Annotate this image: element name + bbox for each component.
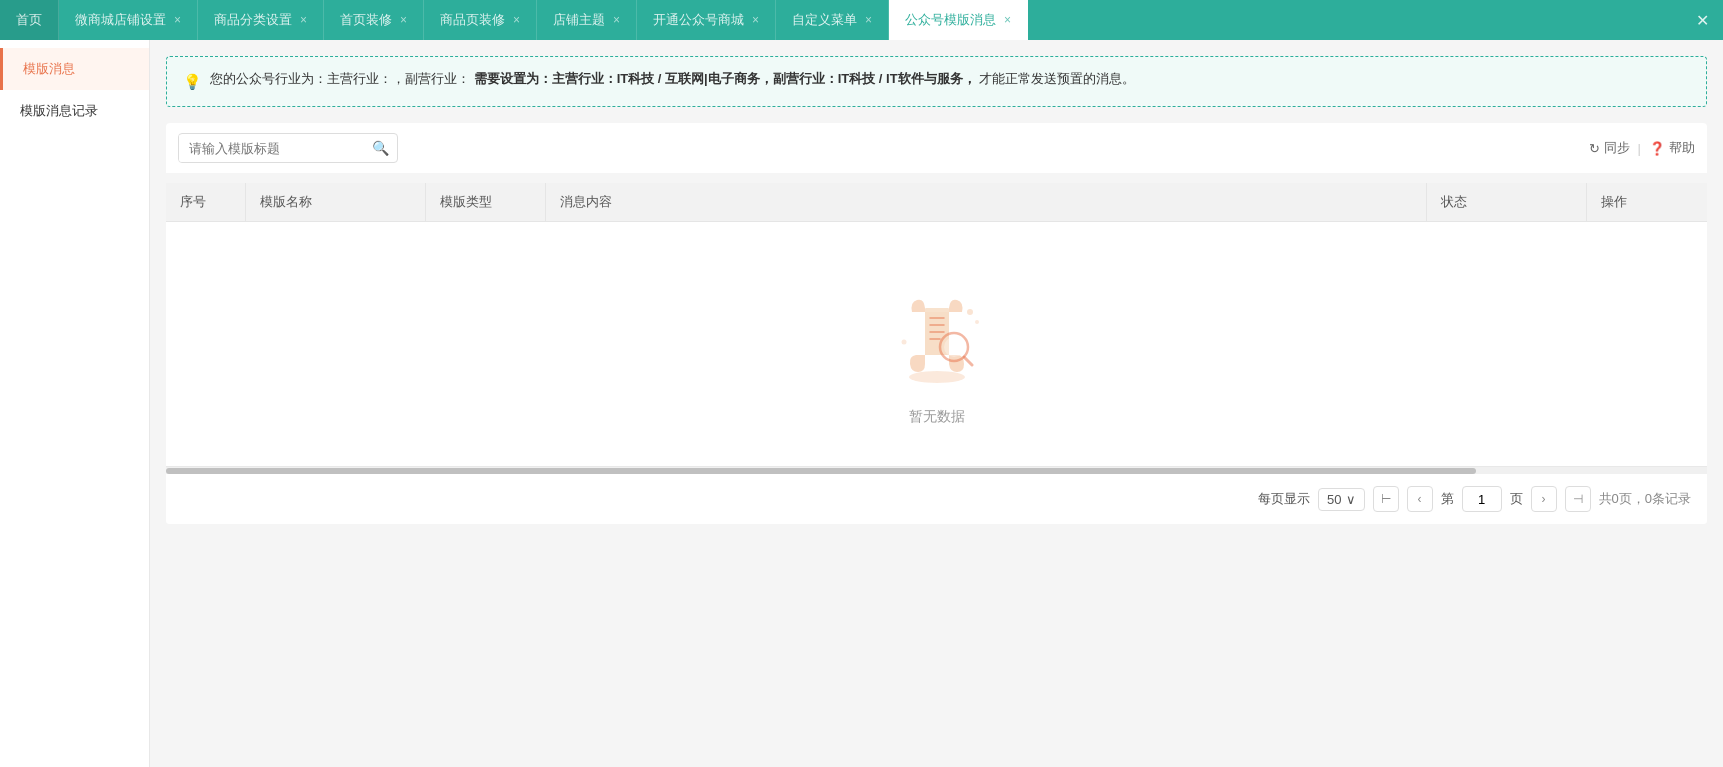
page-size-select[interactable]: 50 ∨ xyxy=(1318,488,1364,511)
next-page-button[interactable]: › xyxy=(1531,486,1557,512)
page-label: 第 xyxy=(1441,490,1454,508)
main-layout: 模版消息模版消息记录 💡 您的公众号行业为：主营行业：，副营行业： 需要设置为：… xyxy=(0,40,1723,767)
tab-item-home[interactable]: 首页 xyxy=(0,0,59,40)
tab-close-wechat-shop[interactable]: × xyxy=(174,13,181,27)
table-header-操作: 操作 xyxy=(1587,183,1707,221)
empty-state: 暂无数据 xyxy=(166,222,1707,466)
table-header-消息内容: 消息内容 xyxy=(546,183,1427,221)
sidebar: 模版消息模版消息记录 xyxy=(0,40,150,767)
empty-illustration xyxy=(882,282,992,392)
search-button[interactable]: 🔍 xyxy=(364,134,397,162)
table-header-状态: 状态 xyxy=(1427,183,1587,221)
help-icon: ❓ xyxy=(1649,141,1665,156)
toolbar-divider: | xyxy=(1638,141,1641,156)
toolbar: 🔍 ↻ 同步 | ❓ 帮助 xyxy=(166,123,1707,173)
notice-banner: 💡 您的公众号行业为：主营行业：，副营行业： 需要设置为：主营行业：IT科技 /… xyxy=(166,56,1707,107)
notice-bulb-icon: 💡 xyxy=(183,70,202,94)
help-label: 帮助 xyxy=(1669,139,1695,157)
page-size-chevron-icon: ∨ xyxy=(1346,492,1356,507)
notice-text: 您的公众号行业为：主营行业：，副营行业： 需要设置为：主营行业：IT科技 / 互… xyxy=(210,69,1135,90)
sync-button[interactable]: ↻ 同步 xyxy=(1589,139,1630,157)
svg-point-11 xyxy=(901,340,906,345)
tab-close-template-msg[interactable]: × xyxy=(1004,13,1011,27)
tab-close-open-mall[interactable]: × xyxy=(752,13,759,27)
tab-item-open-mall[interactable]: 开通公众号商城× xyxy=(637,0,776,40)
table-header-模版类型: 模版类型 xyxy=(426,183,546,221)
table-card: 🔍 ↻ 同步 | ❓ 帮助 序号模版名称 xyxy=(166,123,1707,524)
sidebar-item-template-msg[interactable]: 模版消息 xyxy=(0,48,149,90)
notice-prefix: 您的公众号行业为：主营行业：，副营行业： xyxy=(210,71,470,86)
sidebar-item-template-msg-log[interactable]: 模版消息记录 xyxy=(0,90,149,132)
search-input[interactable] xyxy=(179,135,364,162)
page-unit: 页 xyxy=(1510,490,1523,508)
tab-close-product-decor[interactable]: × xyxy=(513,13,520,27)
tab-close-product-category[interactable]: × xyxy=(300,13,307,27)
tab-bar: 首页微商城店铺设置×商品分类设置×首页装修×商品页装修×店铺主题×开通公众号商城… xyxy=(0,0,1723,40)
page-size-value: 50 xyxy=(1327,492,1341,507)
tab-close-custom-menu[interactable]: × xyxy=(865,13,872,27)
help-button[interactable]: ❓ 帮助 xyxy=(1649,139,1695,157)
tab-item-wechat-shop[interactable]: 微商城店铺设置× xyxy=(59,0,198,40)
page-size-label: 每页显示 xyxy=(1258,490,1310,508)
tab-item-product-decor[interactable]: 商品页装修× xyxy=(424,0,537,40)
tab-item-product-category[interactable]: 商品分类设置× xyxy=(198,0,324,40)
tab-close-home-decor[interactable]: × xyxy=(400,13,407,27)
notice-highlight: 需要设置为：主营行业：IT科技 / 互联网|电子商务，副营行业：IT科技 / I… xyxy=(474,71,976,86)
horizontal-scrollbar[interactable] xyxy=(166,466,1707,474)
sync-label: 同步 xyxy=(1604,139,1630,157)
svg-point-7 xyxy=(944,337,964,357)
content-area: 💡 您的公众号行业为：主营行业：，副营行业： 需要设置为：主营行业：IT科技 /… xyxy=(150,40,1723,767)
notice-suffix: 才能正常发送预置的消息。 xyxy=(979,71,1135,86)
tab-item-shop-theme[interactable]: 店铺主题× xyxy=(537,0,637,40)
svg-point-0 xyxy=(909,371,965,383)
tab-item-home-decor[interactable]: 首页装修× xyxy=(324,0,424,40)
svg-point-9 xyxy=(967,309,973,315)
pagination: 每页显示 50 ∨ ⊢ ‹ 第 页 › ⊣ 共0页，0条记录 xyxy=(166,474,1707,524)
page-input[interactable] xyxy=(1462,486,1502,512)
table-header-序号: 序号 xyxy=(166,183,246,221)
table-container: 序号模版名称模版类型消息内容状态操作 xyxy=(166,183,1707,524)
page-total: 共0页，0条记录 xyxy=(1599,490,1691,508)
table-header-模版名称: 模版名称 xyxy=(246,183,426,221)
tab-item-custom-menu[interactable]: 自定义菜单× xyxy=(776,0,889,40)
search-wrap: 🔍 xyxy=(178,133,398,163)
last-page-button[interactable]: ⊣ xyxy=(1565,486,1591,512)
tab-bar-close-btn[interactable]: ✕ xyxy=(1682,0,1723,40)
empty-text: 暂无数据 xyxy=(909,408,965,426)
svg-point-10 xyxy=(975,320,979,324)
sync-icon: ↻ xyxy=(1589,141,1600,156)
svg-line-8 xyxy=(964,357,972,365)
toolbar-right: ↻ 同步 | ❓ 帮助 xyxy=(1589,139,1695,157)
tab-item-template-msg[interactable]: 公众号模版消息× xyxy=(889,0,1028,40)
tab-close-shop-theme[interactable]: × xyxy=(613,13,620,27)
prev-page-button[interactable]: ‹ xyxy=(1407,486,1433,512)
first-page-button[interactable]: ⊢ xyxy=(1373,486,1399,512)
scroll-thumb xyxy=(166,468,1476,474)
table-header: 序号模版名称模版类型消息内容状态操作 xyxy=(166,183,1707,222)
